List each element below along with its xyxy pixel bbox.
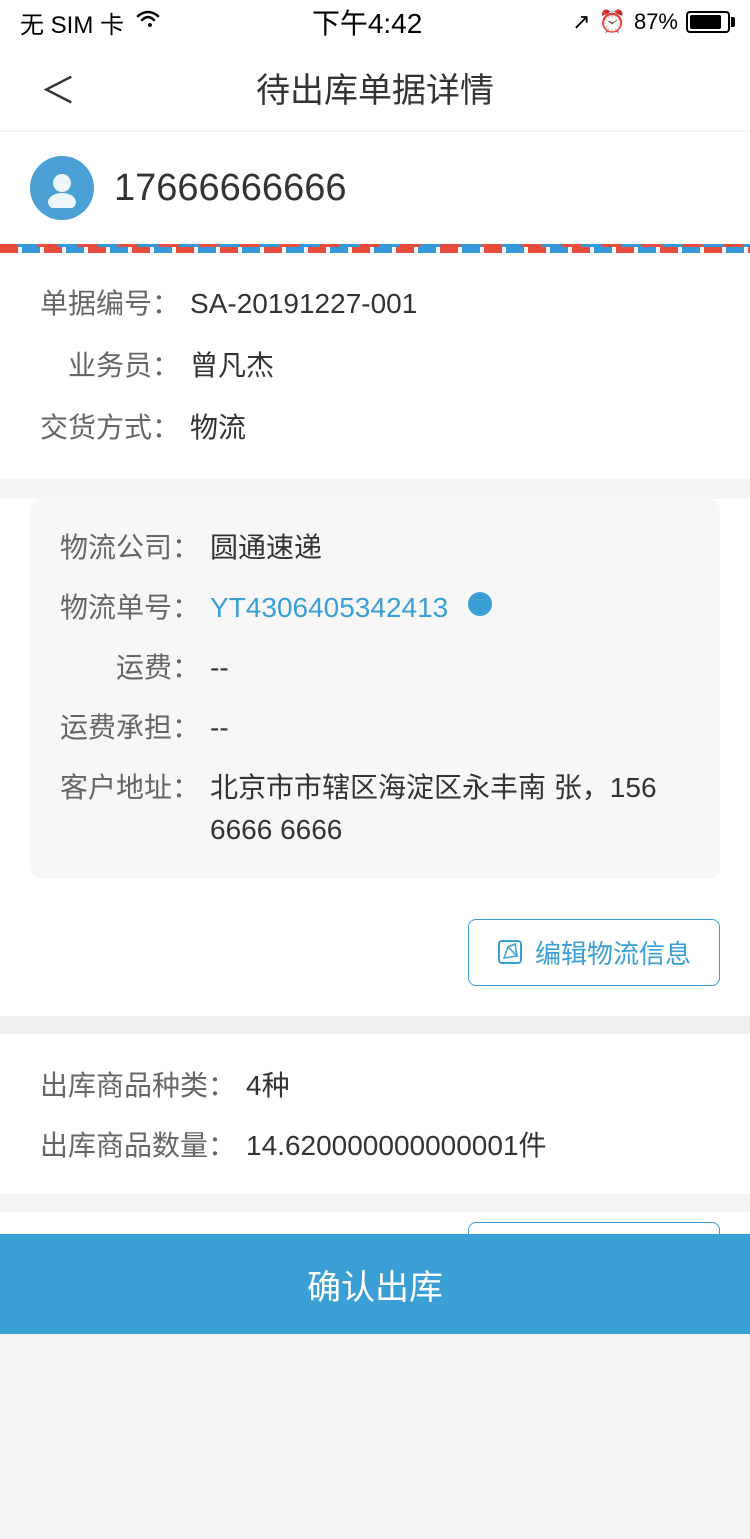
bottom-bar: 确认出库	[0, 1234, 750, 1334]
nav-bar: ＜ 待出库单据详情	[0, 44, 750, 132]
status-time: 下午4:42	[312, 2, 423, 42]
freight-bear-row: 运费承担： --	[60, 707, 690, 749]
staff-value: 曾凡杰	[180, 345, 710, 387]
status-right: ↗ ⏰ 87%	[572, 9, 730, 35]
avatar-icon	[42, 168, 82, 208]
logistics-tracking-value: YT43064053424​13	[200, 587, 690, 629]
edit-logistics-button[interactable]: 编辑物流信息	[468, 919, 720, 986]
battery-fill	[690, 15, 721, 29]
delivery-label: 交货方式：	[40, 407, 180, 449]
staff-label: 业务员：	[40, 345, 180, 387]
status-bar: 无 SIM 卡 下午4:42 ↗ ⏰ 87%	[0, 0, 750, 44]
goods-types-value: 4种	[236, 1064, 290, 1104]
alarm-icon: ⏰	[599, 9, 626, 35]
logistics-tracking-label: 物流单号：	[60, 587, 200, 629]
order-number-row: 单据编号： SA-20191227-001	[40, 283, 710, 325]
goods-types-label: 出库商品种类：	[40, 1064, 236, 1104]
wifi-icon	[134, 8, 162, 36]
freight-bear-value: --	[200, 707, 690, 749]
carrier-label: 无 SIM 卡	[20, 5, 124, 40]
address-row: 客户地址： 北京市市辖区海淀区永丰南 张，156 6666 6666	[60, 767, 690, 851]
order-number-label: 单据编号：	[40, 283, 180, 325]
freight-value: --	[200, 647, 690, 689]
order-info-section: 单据编号： SA-20191227-001 业务员： 曾凡杰 交货方式： 物流	[0, 253, 750, 479]
logistics-tracking-row: 物流单号： YT43064053424​13	[60, 587, 690, 629]
edit-btn-label: 编辑物流信息	[535, 934, 691, 971]
confirm-outbound-button[interactable]: 确认出库	[307, 1260, 443, 1309]
map-pin-icon[interactable]	[462, 590, 498, 626]
logistics-company-row: 物流公司： 圆通速递	[60, 527, 690, 569]
delivery-row: 交货方式： 物流	[40, 407, 710, 449]
battery-percentage: 87%	[634, 9, 678, 35]
logistics-company-value: 圆通速递	[200, 527, 690, 569]
order-number-value: SA-20191227-001	[180, 283, 710, 325]
tracking-number: YT43064053424​13	[210, 587, 448, 629]
battery-icon	[686, 11, 730, 33]
address-label: 客户地址：	[60, 767, 200, 809]
location-status-icon: ↗	[572, 9, 590, 35]
goods-quantity-label: 出库商品数量：	[40, 1124, 236, 1164]
empty-space	[0, 1319, 750, 1539]
status-left: 无 SIM 卡	[20, 5, 162, 40]
freight-label: 运费：	[60, 647, 200, 689]
edit-icon	[497, 939, 525, 967]
customer-header: 17666666666	[0, 132, 750, 247]
staff-row: 业务员： 曾凡杰	[40, 345, 710, 387]
goods-quantity-row: 出库商品数量： 14.620000000000001件	[40, 1124, 710, 1164]
logistics-card: 物流公司： 圆通速递 物流单号： YT43064053424​13 运费： --…	[30, 499, 720, 879]
goods-section: 出库商品种类： 4种 出库商品数量： 14.620000000000001件	[0, 1034, 750, 1194]
delivery-value: 物流	[180, 407, 710, 449]
page-title: 待出库单据详情	[256, 63, 494, 112]
goods-types-row: 出库商品种类： 4种	[40, 1064, 710, 1104]
freight-bear-label: 运费承担：	[60, 707, 200, 749]
customer-phone: 17666666666	[114, 167, 346, 210]
freight-row: 运费： --	[60, 647, 690, 689]
avatar	[30, 156, 94, 220]
section-separator	[0, 1016, 750, 1034]
goods-quantity-value: 14.620000000000001件	[236, 1124, 547, 1164]
back-button[interactable]: ＜	[30, 52, 86, 124]
edit-action-row: 编辑物流信息	[0, 899, 750, 1016]
address-value: 北京市市辖区海淀区永丰南 张，156 6666 6666	[200, 767, 690, 851]
logistics-company-label: 物流公司：	[60, 527, 200, 569]
